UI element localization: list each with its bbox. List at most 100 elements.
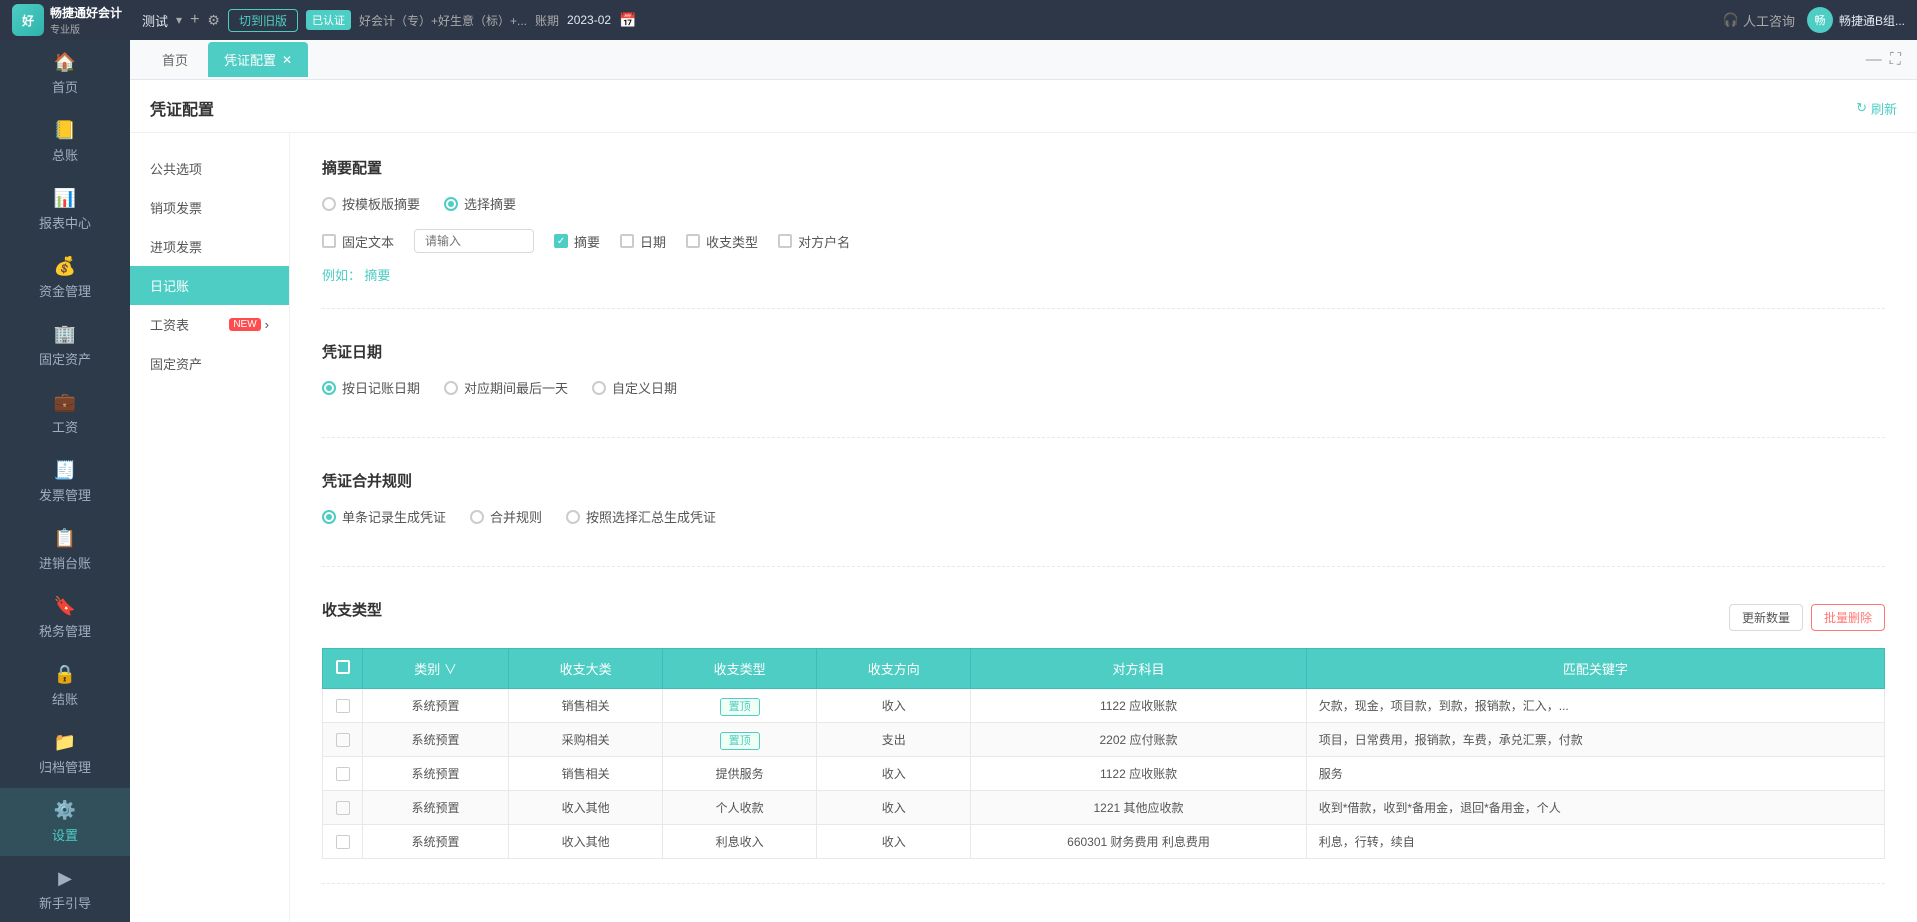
payroll-arrow-icon: ›	[265, 317, 269, 332]
refresh-button[interactable]: ↻ 刷新	[1856, 99, 1897, 118]
home-icon: 🏠	[54, 52, 76, 73]
sidebar-item-ledger[interactable]: 📒 总账	[0, 108, 130, 176]
sidebar-item-home[interactable]: 🏠 首页	[0, 40, 130, 108]
top-tag-0[interactable]: 置顶	[720, 698, 760, 716]
radio-circle-template	[322, 197, 336, 211]
tab-voucher-config[interactable]: 凭证配置 ✕	[208, 42, 308, 77]
checkbox-date-label: 日期	[640, 232, 666, 251]
date-radio-journal[interactable]: 按日记账日期	[322, 378, 420, 397]
headset-icon: 🎧	[1723, 12, 1739, 28]
sidebar-item-settings[interactable]: ⚙️ 设置	[0, 788, 130, 856]
logo-subtitle: 专业版	[50, 21, 122, 36]
switch-version-button[interactable]: 切到旧版	[228, 9, 298, 32]
merge-radio-selection[interactable]: 按照选择汇总生成凭证	[566, 507, 716, 526]
left-nav-fixed-assets[interactable]: 固定资产	[130, 344, 289, 383]
checkbox-counterparty[interactable]: 对方户名	[778, 232, 850, 251]
logo-title: 畅捷通好会计	[50, 4, 122, 21]
tab-close-icon[interactable]: ✕	[282, 53, 292, 67]
sidebar-item-invoice[interactable]: 🧾 发票管理	[0, 448, 130, 516]
sidebar-item-tax[interactable]: 🔖 税务管理	[0, 584, 130, 652]
archive-icon: 📁	[54, 732, 76, 753]
tab-bar: 首页 凭证配置 ✕ — ⛶	[130, 40, 1917, 80]
fixed-text-input[interactable]	[414, 229, 534, 253]
settings-icon[interactable]: ⚙	[207, 12, 220, 29]
sidebar-label-close: 结账	[52, 689, 78, 708]
calendar-icon[interactable]: 📅	[619, 12, 636, 29]
sidebar-item-salary[interactable]: 💼 工资	[0, 380, 130, 448]
row-sub-type-2: 提供服务	[663, 757, 817, 791]
sidebar-item-guide[interactable]: ▶ 新手引导	[0, 856, 130, 922]
checkbox-summary-label: 摘要	[574, 232, 600, 251]
checkbox-summary[interactable]: ✓ 摘要	[554, 232, 600, 251]
merge-radio-rule[interactable]: 合并规则	[470, 507, 542, 526]
company-dropdown-arrow[interactable]: ▾	[176, 13, 182, 27]
logo-icon: 好	[12, 4, 44, 36]
row-main-type-4: 收入其他	[509, 825, 663, 859]
left-nav-sales-invoice[interactable]: 销项发票	[130, 188, 289, 227]
sidebar-item-archive[interactable]: 📁 归档管理	[0, 720, 130, 788]
row-checkbox-3[interactable]	[336, 801, 350, 815]
row-direction-4: 收入	[817, 825, 971, 859]
user-menu[interactable]: 畅 畅捷通B组...	[1807, 7, 1905, 33]
company-name: 测试	[142, 11, 168, 30]
row-direction-0: 收入	[817, 689, 971, 723]
left-nav-public[interactable]: 公共选项	[130, 149, 289, 188]
left-nav-journal-label: 日记账	[150, 276, 189, 295]
row-checkbox-2[interactable]	[336, 767, 350, 781]
service-button[interactable]: 🎧 人工咨询	[1723, 11, 1795, 30]
checkbox-payment-type[interactable]: 收支类型	[686, 232, 758, 251]
sidebar-item-close[interactable]: 🔒 结账	[0, 652, 130, 720]
update-count-button[interactable]: 更新数量	[1729, 604, 1803, 631]
merge-radio-single-label: 单条记录生成凭证	[342, 507, 446, 526]
date-radio-period-last[interactable]: 对应期间最后一天	[444, 378, 568, 397]
refresh-label: 刷新	[1871, 99, 1897, 118]
checkbox-box-date	[620, 234, 634, 248]
page-header: 凭证配置 ↻ 刷新	[130, 80, 1917, 133]
income-table: 类别 ∨ 收支大类 收支类型 收支方向	[322, 648, 1885, 859]
tab-maximize-button[interactable]: ⛶	[1890, 51, 1901, 69]
tab-home[interactable]: 首页	[146, 42, 204, 77]
top-tag-1[interactable]: 置顶	[720, 732, 760, 750]
sidebar-label-settings: 设置	[52, 825, 78, 844]
summary-radio-select[interactable]: 选择摘要	[444, 194, 516, 213]
tab-minimize-button[interactable]: —	[1866, 51, 1882, 69]
table-header-sub-type: 收支类型	[663, 649, 817, 689]
row-checkbox-1[interactable]	[336, 733, 350, 747]
sidebar-label-invoice: 发票管理	[39, 485, 91, 504]
topbar-right: 🎧 人工咨询 畅 畅捷通B组...	[1723, 7, 1905, 33]
checkbox-box-payment	[686, 234, 700, 248]
row-sub-type-0: 置顶	[663, 689, 817, 723]
salary-icon: 💼	[54, 392, 76, 413]
select-all-checkbox[interactable]	[336, 660, 350, 674]
radio-circle-journal	[322, 381, 336, 395]
income-section: 收支类型 更新数量 批量删除	[322, 599, 1885, 884]
merge-radio-single[interactable]: 单条记录生成凭证	[322, 507, 446, 526]
left-nav-purchase-invoice-label: 进项发票	[150, 237, 202, 256]
row-checkbox-4[interactable]	[336, 835, 350, 849]
example-value: 摘要	[364, 268, 390, 283]
date-radio-custom[interactable]: 自定义日期	[592, 378, 677, 397]
summary-radio-template[interactable]: 按模板版摘要	[322, 194, 420, 213]
row-checkbox-0[interactable]	[336, 699, 350, 713]
merge-radio-rule-label: 合并规则	[490, 507, 542, 526]
radio-template-label: 按模板版摘要	[342, 194, 420, 213]
sidebar-item-assets[interactable]: 🏢 固定资产	[0, 312, 130, 380]
row-sub-type-3: 个人收款	[663, 791, 817, 825]
checkbox-fixed-text-label: 固定文本	[342, 232, 394, 251]
guide-icon: ▶	[58, 868, 72, 889]
purchase-icon: 📋	[54, 528, 76, 549]
sidebar-label-tax: 税务管理	[39, 621, 91, 640]
sidebar-item-funds[interactable]: 💰 资金管理	[0, 244, 130, 312]
sidebar-item-purchase[interactable]: 📋 进销台账	[0, 516, 130, 584]
date-radio-group: 按日记账日期 对应期间最后一天 自定义日期	[322, 378, 1885, 397]
checkbox-fixed-text[interactable]: 固定文本	[322, 232, 394, 251]
close-account-icon: 🔒	[54, 664, 76, 685]
left-nav-journal[interactable]: 日记账	[130, 266, 289, 305]
left-nav-payroll[interactable]: 工资表 NEW ›	[130, 305, 289, 344]
batch-delete-button[interactable]: 批量删除	[1811, 604, 1885, 631]
row-category-1: 系统预置	[363, 723, 509, 757]
left-nav-purchase-invoice[interactable]: 进项发票	[130, 227, 289, 266]
sidebar-item-reports[interactable]: 📊 报表中心	[0, 176, 130, 244]
add-icon[interactable]: +	[190, 11, 199, 29]
checkbox-date[interactable]: 日期	[620, 232, 666, 251]
